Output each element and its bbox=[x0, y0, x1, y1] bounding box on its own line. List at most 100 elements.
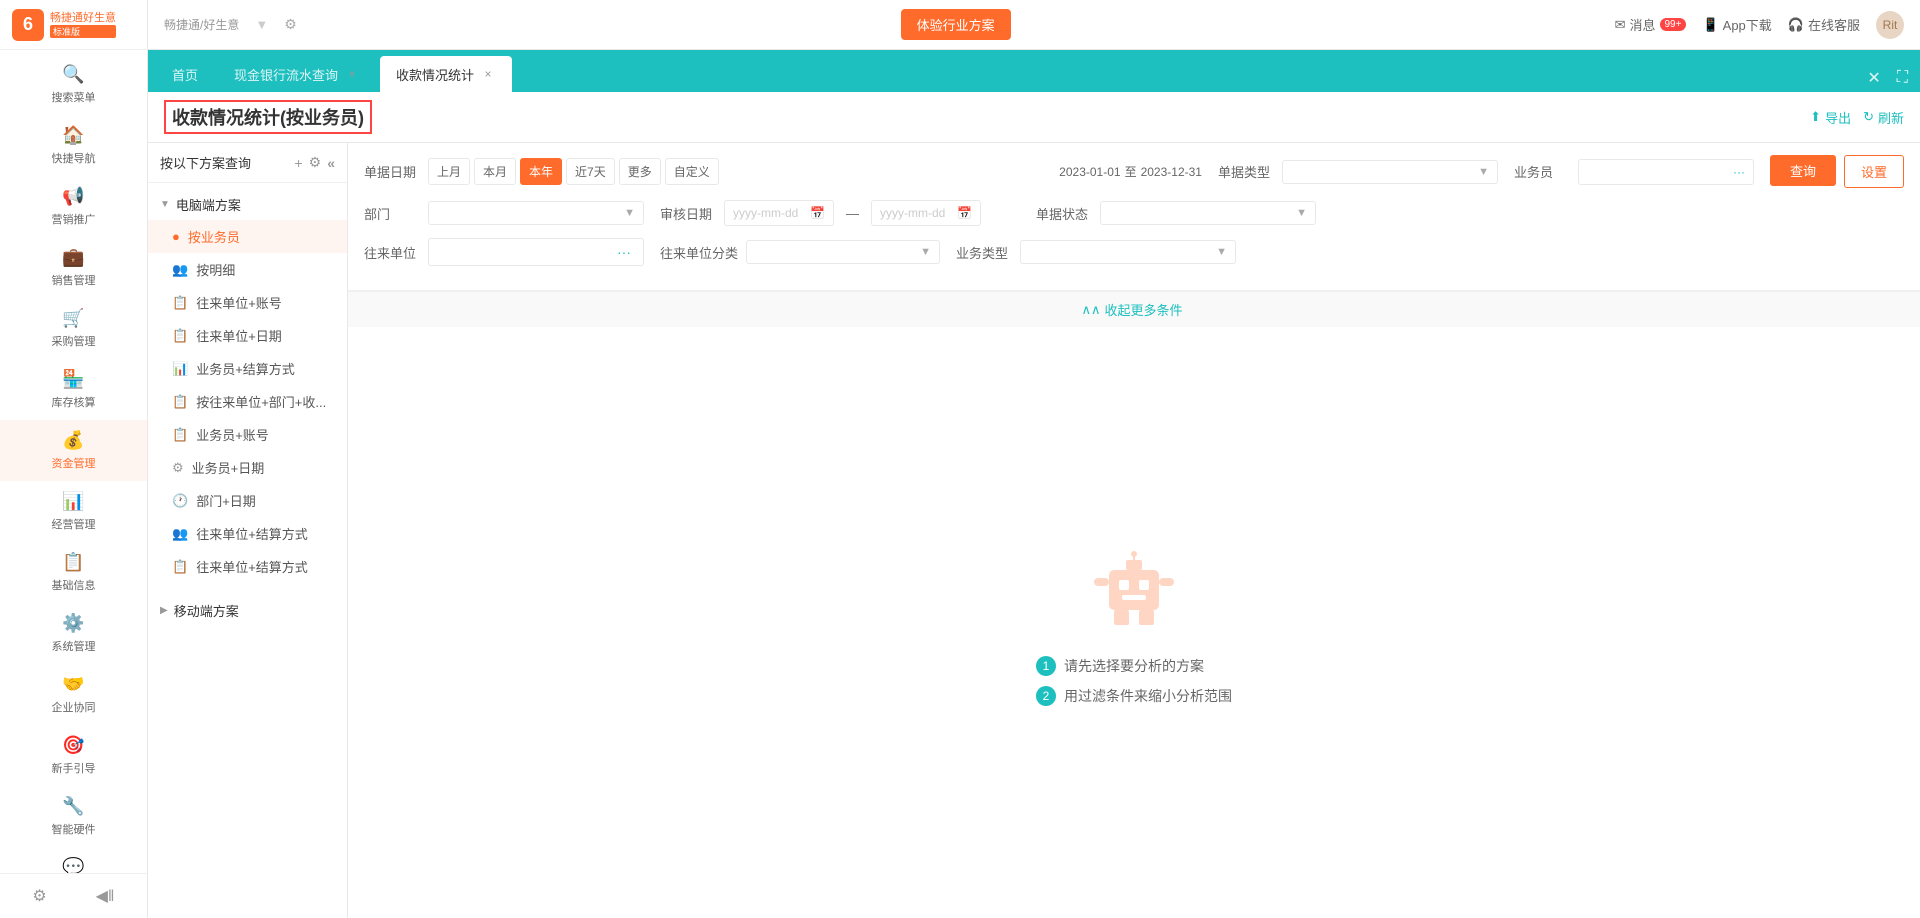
empty-state: 1 请先选择要分析的方案 2 用过滤条件来缩小分析范围 bbox=[348, 327, 1920, 918]
scheme-item-unit-dept-collect[interactable]: 📋 按往来单位+部门+收... bbox=[148, 385, 347, 418]
business-type-label: 业务类型 bbox=[956, 243, 1012, 262]
scheme-item-unit-account[interactable]: 📋 往来单位+账号 bbox=[148, 286, 347, 319]
sidebar-item-operation[interactable]: 📊 经营管理 bbox=[0, 481, 147, 542]
sidebar-item-system[interactable]: ⚙️ 系统管理 bbox=[0, 603, 147, 664]
scheme-settings-icon[interactable]: ⚙ bbox=[309, 154, 322, 171]
refresh-button[interactable]: ↻ 刷新 bbox=[1863, 108, 1904, 127]
settings-bottom-icon[interactable]: ⚙ bbox=[28, 882, 50, 910]
tab-bar-right: ✕ ⛶ bbox=[1863, 64, 1920, 92]
scheme-group-mobile-title[interactable]: ▶ 移动端方案 bbox=[148, 595, 347, 626]
counterparty-category-select[interactable]: ▼ bbox=[746, 240, 940, 264]
doc-status-select[interactable]: ▼ bbox=[1100, 201, 1316, 225]
mobile-group-label: 移动端方案 bbox=[174, 601, 239, 620]
collapse-label: 收起更多条件 bbox=[1105, 300, 1183, 319]
scheme-item-staff-account[interactable]: 📋 业务员+账号 bbox=[148, 418, 347, 451]
user-avatar[interactable]: Rit bbox=[1876, 11, 1904, 39]
workspace-button[interactable]: 体验行业方案 bbox=[901, 9, 1011, 40]
collapse-bar[interactable]: ∧∧ 收起更多条件 bbox=[348, 291, 1920, 327]
business-type-arrow: ▼ bbox=[1216, 246, 1227, 258]
collapse-sidebar-icon[interactable]: ◀‖ bbox=[92, 882, 119, 910]
calendar-from-icon[interactable]: 📅 bbox=[810, 206, 825, 220]
tab-bank-flow[interactable]: 现金银行流水查询 × bbox=[218, 56, 376, 92]
settings-header-icon[interactable]: ⚙ bbox=[284, 16, 297, 33]
date-btn-7days[interactable]: 近7天 bbox=[566, 158, 615, 185]
scheme-item-dept-date[interactable]: 🕐 部门+日期 bbox=[148, 484, 347, 517]
doc-type-select[interactable]: ▼ bbox=[1282, 160, 1498, 184]
unit-settle2-label: 往来单位+结算方式 bbox=[196, 557, 308, 576]
sidebar-item-search[interactable]: 🔍 搜索菜单 bbox=[0, 54, 147, 115]
tab-collection-stats-label: 收款情况统计 bbox=[396, 65, 474, 84]
review-to-placeholder: yyyy-mm-dd bbox=[880, 206, 945, 220]
sidebar-item-finance[interactable]: 💰 资金管理 bbox=[0, 420, 147, 481]
sidebar-nav: 🔍 搜索菜单 🏠 快捷导航 📢 营销推广 💼 销售管理 🛒 采购管理 🏪 库存核… bbox=[0, 50, 147, 873]
tab-close-window-icon[interactable]: ✕ bbox=[1863, 64, 1884, 92]
scheme-collapse-icon[interactable]: « bbox=[327, 155, 335, 171]
counterparty-more-icon[interactable]: ··· bbox=[613, 244, 635, 260]
scheme-item-staff-settle[interactable]: 📊 业务员+结算方式 bbox=[148, 352, 347, 385]
scheme-group-desktop-title[interactable]: ▼ 电脑端方案 bbox=[148, 189, 347, 220]
marketing-nav-icon: 📢 bbox=[62, 186, 84, 207]
top-header: 畅捷通/好生意 ▼ ⚙ 体验行业方案 ✉ 消息 99+ 📱 App下载 🎧 在线… bbox=[148, 0, 1920, 50]
review-date-from[interactable]: yyyy-mm-dd 📅 bbox=[724, 200, 834, 226]
scheme-item-by-detail[interactable]: 👥 按明细 bbox=[148, 253, 347, 286]
date-btn-more[interactable]: 更多 bbox=[619, 158, 661, 185]
scheme-item-unit-settle1[interactable]: 👥 往来单位+结算方式 bbox=[148, 517, 347, 550]
export-button[interactable]: ⬆ 导出 bbox=[1810, 108, 1851, 127]
sidebar-item-purchase[interactable]: 🛒 采购管理 bbox=[0, 298, 147, 359]
counterparty-select[interactable]: ··· bbox=[428, 238, 644, 266]
tab-maximize-icon[interactable]: ⛶ bbox=[1893, 65, 1912, 91]
filter-content: 单据日期 上月 本月 本年 近7天 更多 自定义 2023-01-01 bbox=[348, 143, 1920, 291]
finance-nav-icon: 💰 bbox=[62, 430, 84, 451]
inventory-nav-icon: 🏪 bbox=[62, 369, 84, 390]
tab-collection-stats[interactable]: 收款情况统计 × bbox=[380, 56, 512, 92]
desktop-group-label: 电脑端方案 bbox=[176, 195, 241, 214]
phone-icon: 📱 bbox=[1702, 17, 1718, 33]
sidebar-item-inventory[interactable]: 🏪 库存核算 bbox=[0, 359, 147, 420]
sidebar-item-quick-nav[interactable]: 🏠 快捷导航 bbox=[0, 115, 147, 176]
tab-home[interactable]: 首页 bbox=[156, 56, 214, 92]
filter-actions: 查询 设置 bbox=[1770, 155, 1904, 188]
app-download-label: App下载 bbox=[1723, 15, 1772, 34]
basic-nav-icon: 📋 bbox=[62, 552, 84, 573]
home-nav-icon: 🏠 bbox=[62, 125, 84, 146]
scheme-item-by-staff[interactable]: ● 按业务员 bbox=[148, 220, 347, 253]
filter-item-doc-status: 单据状态 ▼ bbox=[1036, 201, 1316, 225]
calendar-to-icon[interactable]: 📅 bbox=[957, 206, 972, 220]
date-btn-last-month[interactable]: 上月 bbox=[428, 158, 470, 185]
sidebar-item-sales[interactable]: 💼 销售管理 bbox=[0, 237, 147, 298]
online-service-item[interactable]: 🎧 在线客服 bbox=[1788, 15, 1860, 34]
staff-item-label: 按业务员 bbox=[188, 227, 240, 246]
scheme-item-staff-date[interactable]: ⚙ 业务员+日期 bbox=[148, 451, 347, 484]
breadcrumb: 畅捷通/好生意 bbox=[164, 16, 239, 33]
step-2-num: 2 bbox=[1036, 686, 1056, 706]
sidebar-item-newbie[interactable]: 🎯 新手引导 bbox=[0, 725, 147, 786]
scheme-add-icon[interactable]: + bbox=[294, 155, 302, 171]
scheme-item-unit-settle2[interactable]: 📋 往来单位+结算方式 bbox=[148, 550, 347, 583]
filter-item-counterparty-category: 往来单位分类 ▼ bbox=[660, 240, 940, 264]
dept-select[interactable]: ▼ bbox=[428, 201, 644, 225]
staff-item-icon: ● bbox=[172, 229, 180, 244]
app-download-item[interactable]: 📱 App下载 bbox=[1702, 15, 1771, 34]
sidebar-item-hardware[interactable]: 🔧 智能硬件 bbox=[0, 786, 147, 847]
date-range-separator: 至 bbox=[1125, 163, 1137, 180]
sales-nav-icon: 💼 bbox=[62, 247, 84, 268]
mobile-group-arrow: ▶ bbox=[160, 605, 168, 616]
date-btn-this-year[interactable]: 本年 bbox=[520, 158, 562, 185]
sidebar-item-marketing[interactable]: 📢 营销推广 bbox=[0, 176, 147, 237]
review-date-to[interactable]: yyyy-mm-dd 📅 bbox=[871, 200, 981, 226]
tab-bank-flow-close[interactable]: × bbox=[344, 66, 360, 82]
sidebar-item-wechat[interactable]: 💬 企业微信 bbox=[0, 847, 147, 873]
dept-arrow: ▼ bbox=[624, 207, 635, 219]
message-item[interactable]: ✉ 消息 99+ bbox=[1615, 15, 1687, 34]
date-btn-this-month[interactable]: 本月 bbox=[474, 158, 516, 185]
setting-button[interactable]: 设置 bbox=[1844, 155, 1904, 188]
sidebar-item-enterprise[interactable]: 🤝 企业协同 bbox=[0, 664, 147, 725]
business-type-select[interactable]: ▼ bbox=[1020, 240, 1236, 264]
date-btn-custom[interactable]: 自定义 bbox=[665, 158, 719, 185]
staff-select[interactable]: ··· bbox=[1578, 159, 1754, 185]
tab-collection-stats-close[interactable]: × bbox=[480, 66, 496, 82]
sidebar-item-basic[interactable]: 📋 基础信息 bbox=[0, 542, 147, 603]
scheme-item-unit-date[interactable]: 📋 往来单位+日期 bbox=[148, 319, 347, 352]
staff-more-icon[interactable]: ··· bbox=[1733, 165, 1745, 179]
query-button[interactable]: 查询 bbox=[1770, 155, 1836, 186]
